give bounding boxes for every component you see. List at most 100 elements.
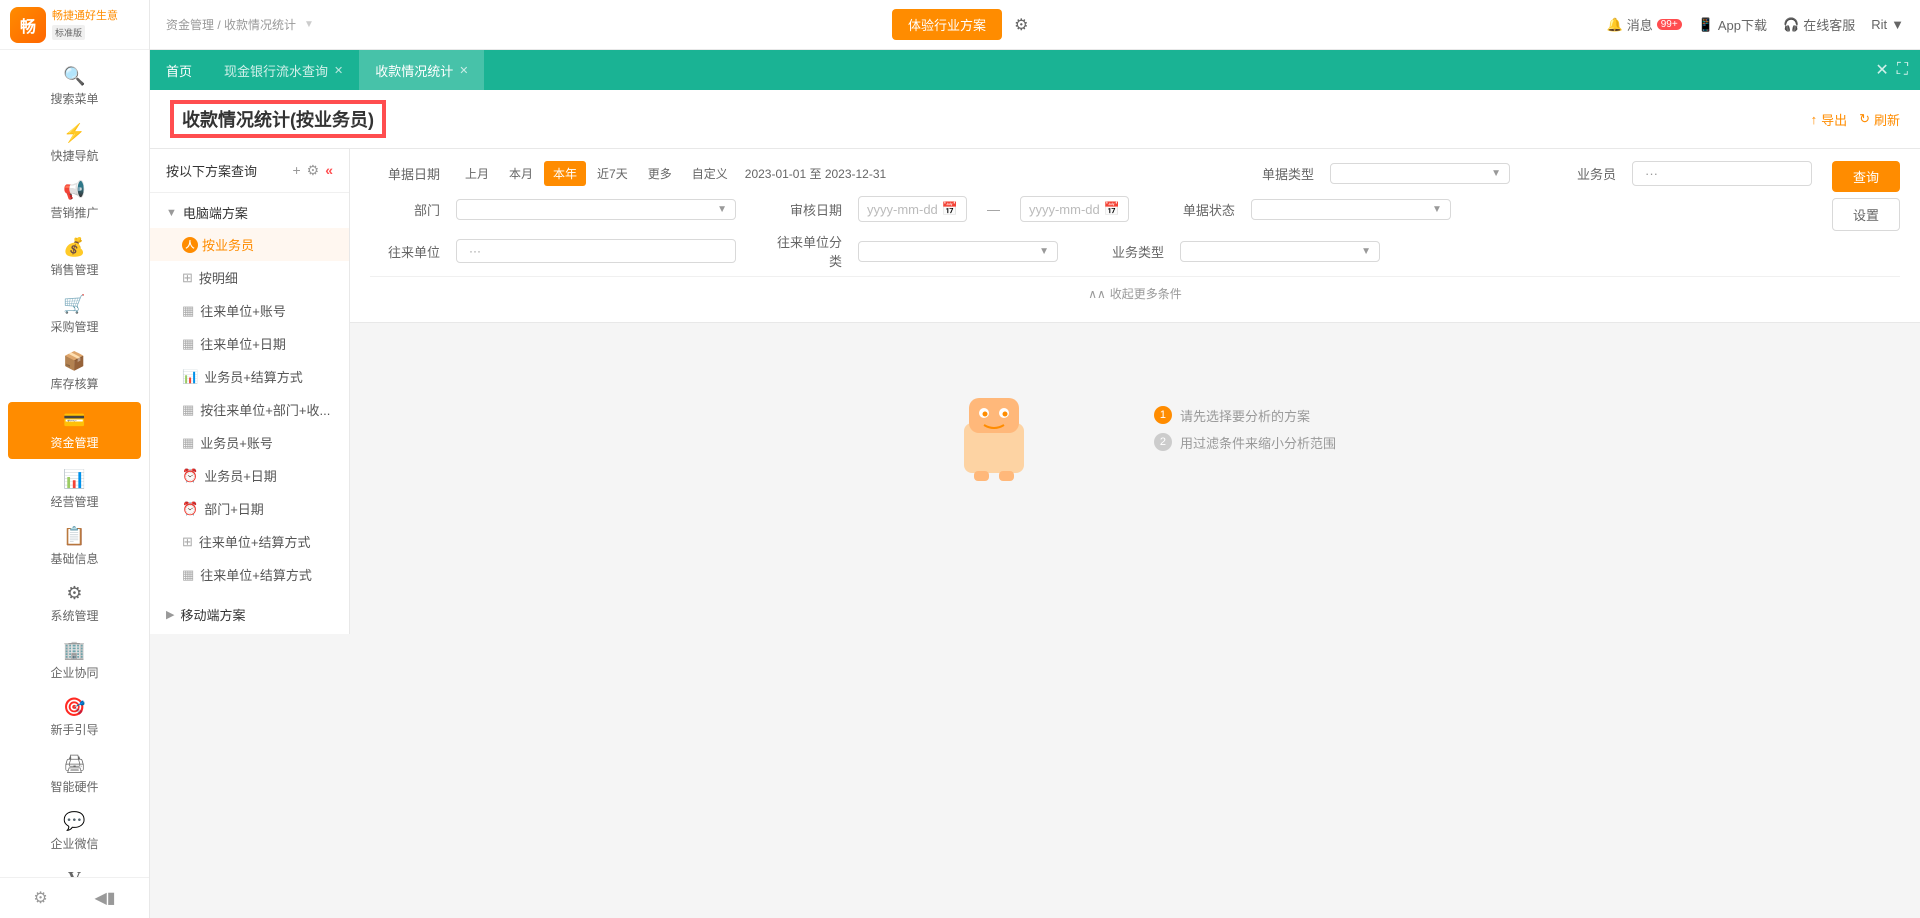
app-download-btn[interactable]: 📱 App下载: [1698, 15, 1767, 34]
schema-item-dept-date[interactable]: ⏰ 部门+日期: [150, 492, 349, 525]
schema-item-icon-unit-dept-collect: ▦: [182, 402, 194, 418]
sidebar-item-finance[interactable]: 💳 资金管理: [8, 402, 141, 459]
audit-date-to[interactable]: yyyy-mm-dd 📅: [1020, 196, 1129, 222]
left-panel-collapse-icon[interactable]: «: [325, 162, 333, 179]
user-area[interactable]: Rit ▼: [1871, 17, 1904, 32]
tab-maximize-icon[interactable]: ⛶: [1897, 61, 1908, 79]
export-btn[interactable]: ↑ 导出: [1811, 110, 1848, 129]
salesperson-select[interactable]: ···: [1632, 161, 1812, 186]
messages-label: 消息: [1627, 15, 1653, 34]
voucher-status-select[interactable]: ▼: [1251, 199, 1451, 220]
quick-nav-label: 快捷导航: [50, 147, 98, 164]
date-tab-last-month[interactable]: 上月: [456, 161, 498, 186]
tab-bank-label: 现金银行流水查询: [224, 61, 328, 80]
sidebar-item-business[interactable]: 📊 经营管理: [0, 461, 149, 518]
collapse-label: 收起更多条件: [1110, 285, 1182, 302]
member-icon: V: [68, 868, 81, 877]
date-tabs: 上月 本月 本年 近7天 更多 自定义: [456, 161, 737, 186]
tab-receipts-close-icon[interactable]: ✕: [459, 64, 468, 77]
page-title-box: 收款情况统计(按业务员): [170, 100, 386, 138]
tab-home[interactable]: 首页: [150, 50, 208, 90]
inventory-label: 库存核算: [50, 375, 98, 392]
empty-step-2: 2 用过滤条件来缩小分析范围: [1154, 433, 1336, 452]
audit-date-from[interactable]: yyyy-mm-dd 📅: [858, 196, 967, 222]
online-service-label: 在线客服: [1803, 15, 1855, 34]
messages-btn[interactable]: 🔔 消息 99+: [1607, 15, 1682, 34]
dept-select[interactable]: ▼: [456, 199, 736, 220]
tab-bank[interactable]: 现金银行流水查询 ✕: [208, 50, 359, 90]
schema-item-unit-account[interactable]: ▦ 往来单位+账号: [150, 294, 349, 327]
schema-item-unit-dept-collect[interactable]: ▦ 按往来单位+部门+收...: [150, 393, 349, 426]
refresh-btn[interactable]: ↻ 刷新: [1859, 110, 1900, 129]
schema-item-label-unit-settlement1: 往来单位+结算方式: [199, 532, 311, 551]
sidebar-item-enterprise[interactable]: 🏢 企业协同: [0, 632, 149, 689]
sidebar-item-marketing[interactable]: 📢 营销推广: [0, 172, 149, 229]
online-service-btn[interactable]: 🎧 在线客服: [1783, 15, 1855, 34]
schema-item-salesperson-date[interactable]: ⏰ 业务员+日期: [150, 459, 349, 492]
tab-home-label: 首页: [166, 61, 192, 80]
gear-btn-icon[interactable]: ⚙: [1014, 15, 1028, 35]
partner-more-icon[interactable]: ···: [469, 244, 481, 258]
schema-item-by-detail[interactable]: ⊞ 按明细: [150, 261, 349, 294]
settings-btn[interactable]: 设置: [1832, 198, 1900, 231]
voucher-type-select[interactable]: ▼: [1330, 163, 1510, 184]
schema-item-icon-salesperson-account: ▦: [182, 435, 194, 451]
tab-bank-close-icon[interactable]: ✕: [334, 64, 343, 77]
schema-item-by-salesperson[interactable]: 人 按业务员: [150, 228, 349, 261]
date-tab-last-7[interactable]: 近7天: [588, 161, 637, 186]
schema-item-salesperson-account[interactable]: ▦ 业务员+账号: [150, 426, 349, 459]
date-tab-this-year[interactable]: 本年: [544, 161, 586, 186]
app-download-label: App下载: [1718, 15, 1767, 34]
sidebar-item-search-menu[interactable]: 🔍 搜索菜单: [0, 58, 149, 115]
date-tab-custom[interactable]: 自定义: [683, 161, 737, 186]
sidebar-item-purchase[interactable]: 🛒 采购管理: [0, 286, 149, 343]
sidebar-item-guide[interactable]: 🎯 新手引导: [0, 689, 149, 746]
sidebar-item-quick-nav[interactable]: ⚡ 快捷导航: [0, 115, 149, 172]
schema-item-unit-settlement2[interactable]: ▦ 往来单位+结算方式: [150, 558, 349, 591]
sidebar-item-sales[interactable]: 💰 销售管理: [0, 229, 149, 286]
collapse-footer-icon[interactable]: ◀▮: [94, 888, 115, 908]
sidebar-item-inventory[interactable]: 📦 库存核算: [0, 343, 149, 400]
schema-item-unit-date[interactable]: ▦ 往来单位+日期: [150, 327, 349, 360]
date-tab-more[interactable]: 更多: [639, 161, 681, 186]
settings-footer-icon[interactable]: ⚙: [33, 888, 47, 908]
query-btn[interactable]: 查询: [1832, 161, 1900, 192]
schema-item-icon-salesperson: 人: [182, 237, 198, 253]
schema-desktop-header[interactable]: ▼ 电脑端方案: [150, 197, 349, 228]
tab-close-all-icon[interactable]: ✕: [1875, 60, 1888, 80]
schema-item-label-unit-settlement2: 往来单位+结算方式: [200, 565, 312, 584]
date-tab-this-month[interactable]: 本月: [500, 161, 542, 186]
schema-item-icon-salesperson-date: ⏰: [182, 468, 198, 484]
sidebar-item-smart-hw[interactable]: 🖨 智能硬件: [0, 746, 149, 803]
biz-type-select[interactable]: ▼: [1180, 241, 1380, 262]
sidebar-item-basic[interactable]: 📋 基础信息: [0, 518, 149, 575]
partner-select[interactable]: ···: [456, 239, 736, 263]
step-text-2: 用过滤条件来缩小分析范围: [1180, 433, 1336, 452]
filter-row-1: 单据日期 上月 本月 本年 近7天 更多 自定义: [370, 161, 1812, 186]
audit-date-from-cal-icon: 📅: [942, 201, 958, 217]
tab-receipts[interactable]: 收款情况统计 ✕: [359, 50, 484, 90]
left-panel-add-icon[interactable]: +: [292, 162, 300, 179]
left-panel-settings-icon[interactable]: ⚙: [307, 162, 320, 179]
schema-item-salesperson-settlement[interactable]: 📊 业务员+结算方式: [150, 360, 349, 393]
schema-item-unit-settlement1[interactable]: ⊞ 往来单位+结算方式: [150, 525, 349, 558]
collapse-btn[interactable]: ∧∧ 收起更多条件: [370, 276, 1900, 310]
header-center: 体验行业方案 ⚙: [892, 9, 1028, 40]
right-content: 单据日期 上月 本月 本年 近7天 更多 自定义: [350, 149, 1920, 634]
system-icon: ⚙: [66, 583, 82, 604]
filter-area: 单据日期 上月 本月 本年 近7天 更多 自定义: [350, 149, 1920, 323]
breadcrumb: 资金管理 / 收款情况统计: [166, 16, 296, 33]
schema-mobile-header[interactable]: ▶ 移动端方案: [150, 599, 349, 630]
guide-label: 新手引导: [50, 721, 98, 738]
logo-badge: 标准版: [52, 25, 85, 40]
schema-item-label-salesperson-date: 业务员+日期: [204, 466, 277, 485]
schema-item-label-detail: 按明细: [199, 268, 238, 287]
partner-category-select[interactable]: ▼: [858, 241, 1058, 262]
logo-name: 畅捷通好生意: [52, 9, 118, 23]
trial-btn[interactable]: 体验行业方案: [892, 9, 1002, 40]
sidebar-item-wechat[interactable]: 💬 企业微信: [0, 803, 149, 860]
sidebar-item-system[interactable]: ⚙ 系统管理: [0, 575, 149, 632]
salesperson-more-icon[interactable]: ···: [1645, 166, 1658, 181]
dept-arrow-icon: ▼: [717, 204, 727, 215]
sidebar-item-member[interactable]: V 畅会员: [0, 860, 149, 877]
